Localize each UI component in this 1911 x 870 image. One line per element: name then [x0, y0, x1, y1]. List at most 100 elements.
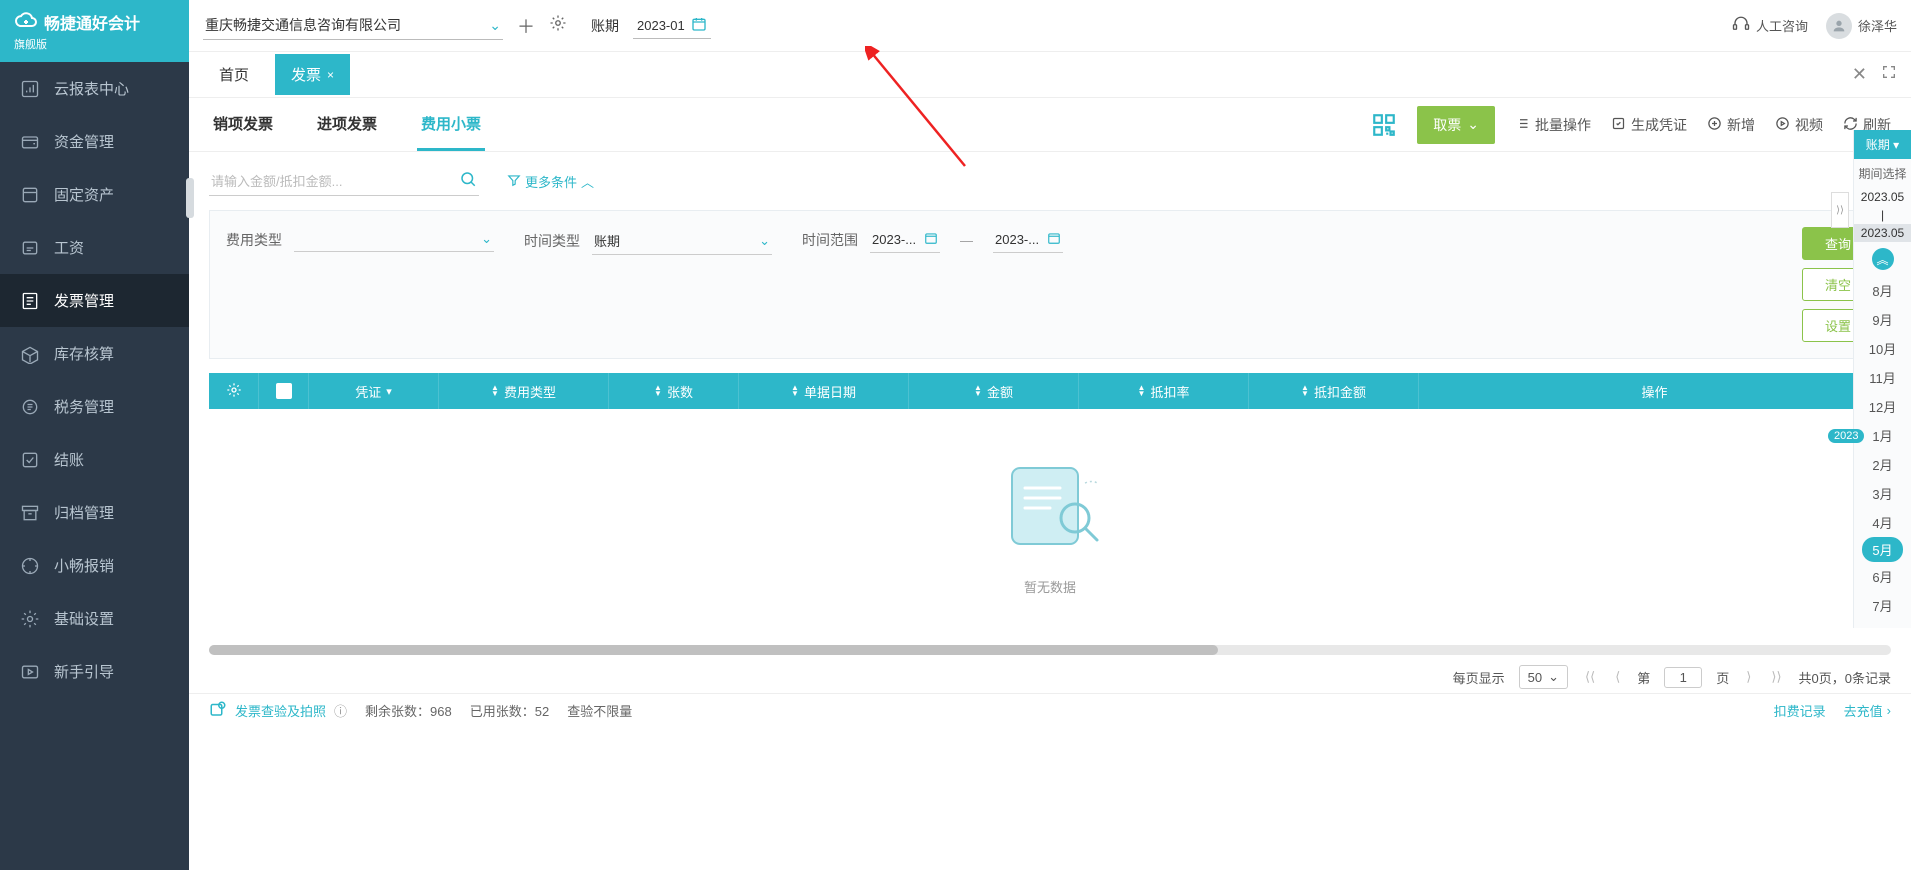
- pager-prev-icon[interactable]: ⟨: [1612, 669, 1623, 685]
- sort-icon[interactable]: ▲▼: [791, 385, 799, 397]
- inner-tab-input[interactable]: 进项发票: [313, 99, 381, 151]
- col-count[interactable]: ▲▼ 张数: [609, 373, 739, 409]
- top-bar: 重庆畅捷交通信息咨询有限公司 ⌄ ＋ 账期 2023-01 人工咨询: [189, 0, 1911, 52]
- close-all-icon[interactable]: ✕: [1852, 64, 1867, 85]
- add-action[interactable]: 新增: [1707, 115, 1755, 135]
- month-4[interactable]: 4月: [1872, 508, 1892, 537]
- month-2[interactable]: 2月: [1872, 450, 1892, 479]
- col-deduct[interactable]: ▲▼ 抵扣金额: [1249, 373, 1419, 409]
- qr-icon[interactable]: [1371, 112, 1397, 138]
- scroll-up-icon[interactable]: ︽: [1872, 248, 1894, 270]
- sidebar-item-label: 新手引导: [54, 661, 114, 682]
- col-rate[interactable]: ▲▼ 抵扣率: [1079, 373, 1249, 409]
- period-from[interactable]: 2023.05: [1861, 188, 1904, 206]
- period-panel-toggle[interactable]: ⟩⟩: [1831, 192, 1849, 228]
- period-value: 2023-01: [637, 18, 685, 33]
- month-1[interactable]: 1月: [1872, 421, 1892, 450]
- sort-icon[interactable]: ▲▼: [491, 385, 499, 397]
- tab-invoice[interactable]: 发票 ×: [275, 54, 350, 95]
- sidebar-item-expense[interactable]: 小畅报销: [0, 539, 189, 592]
- month-3[interactable]: 3月: [1872, 479, 1892, 508]
- sort-icon[interactable]: ▲▼: [654, 385, 662, 397]
- per-page-select[interactable]: 50 ⌄: [1519, 665, 1568, 689]
- month-8[interactable]: 8月: [1872, 276, 1892, 305]
- sidebar-item-guide[interactable]: 新手引导: [0, 645, 189, 698]
- voucher-icon: [1611, 116, 1626, 134]
- sidebar-item-closing[interactable]: 结账: [0, 433, 189, 486]
- col-settings[interactable]: [209, 373, 259, 409]
- get-invoice-button[interactable]: 取票 ⌄: [1417, 106, 1495, 144]
- period-to[interactable]: 2023.05: [1854, 224, 1911, 242]
- date-to-input[interactable]: 2023-...: [993, 227, 1063, 253]
- month-5[interactable]: 5月: [1862, 537, 1902, 562]
- sort-icon[interactable]: ▲▼: [974, 385, 982, 397]
- month-7[interactable]: 7月: [1872, 591, 1892, 620]
- checkbox-all[interactable]: [276, 383, 292, 399]
- month-6[interactable]: 6月: [1872, 562, 1892, 591]
- buy-link[interactable]: 去充值›: [1844, 701, 1891, 720]
- sidebar-item-label: 归档管理: [54, 502, 114, 523]
- period-panel-head[interactable]: 账期 ▾: [1854, 130, 1911, 159]
- col-date[interactable]: ▲▼ 单据日期: [739, 373, 909, 409]
- sidebar-item-invoice[interactable]: 发票管理: [0, 274, 189, 327]
- sidebar-item-settings[interactable]: 基础设置: [0, 592, 189, 645]
- date-from-input[interactable]: 2023-...: [870, 227, 940, 253]
- filter-icon[interactable]: ▾: [386, 385, 392, 398]
- sidebar-item-tax[interactable]: 税务管理: [0, 380, 189, 433]
- pager-page-input[interactable]: 1: [1664, 667, 1702, 688]
- tab-close-icon[interactable]: ×: [327, 68, 334, 82]
- wallet-icon: [20, 132, 40, 152]
- sidebar-item-label: 资金管理: [54, 131, 114, 152]
- month-9[interactable]: 9月: [1872, 305, 1892, 334]
- table-header: 凭证 ▾ ▲▼ 费用类型 ▲▼ 张数 ▲▼ 单据日期 ▲▼ 金额: [209, 373, 1891, 409]
- info-icon[interactable]: ⓘ: [334, 701, 347, 720]
- tab-home[interactable]: 首页: [203, 54, 265, 95]
- search-input[interactable]: 请输入金额/抵扣金额...: [209, 166, 479, 196]
- sidebar-item-salary[interactable]: 工资: [0, 221, 189, 274]
- expense-type-select[interactable]: ⌄: [294, 227, 494, 252]
- per-page-label: 每页显示: [1453, 668, 1505, 687]
- scrollbar-thumb[interactable]: [209, 645, 1218, 655]
- pager-last-icon[interactable]: ⟩⟩: [1768, 669, 1784, 685]
- voucher-action[interactable]: 生成凭证: [1611, 115, 1687, 135]
- col-amount[interactable]: ▲▼ 金额: [909, 373, 1079, 409]
- help-link[interactable]: 人工咨询: [1732, 15, 1808, 36]
- sidebar-item-assets[interactable]: 固定资产: [0, 168, 189, 221]
- sidebar-item-report[interactable]: 云报表中心: [0, 62, 189, 115]
- video-action[interactable]: 视频: [1775, 115, 1823, 135]
- empty-text: 暂无数据: [1024, 577, 1076, 596]
- company-name: 重庆畅捷交通信息咨询有限公司: [205, 15, 401, 35]
- time-range-label: 时间范围: [802, 230, 858, 250]
- sort-icon[interactable]: ▲▼: [1301, 385, 1309, 397]
- more-filters-toggle[interactable]: 更多条件 ︿: [507, 172, 594, 191]
- add-company-icon[interactable]: ＋: [517, 13, 535, 39]
- time-type-select[interactable]: 账期 ⌄: [592, 227, 772, 255]
- sidebar-item-funds[interactable]: 资金管理: [0, 115, 189, 168]
- inner-tab-expense[interactable]: 费用小票: [417, 99, 485, 151]
- main: 重庆畅捷交通信息咨询有限公司 ⌄ ＋ 账期 2023-01 人工咨询: [189, 0, 1911, 870]
- pager-first-icon[interactable]: ⟨⟨: [1582, 669, 1598, 685]
- settings-icon[interactable]: [549, 14, 567, 37]
- horizontal-scrollbar[interactable]: [209, 645, 1891, 655]
- log-link[interactable]: 扣费记录: [1774, 701, 1826, 720]
- chevron-down-icon: ⌄: [759, 233, 770, 249]
- col-checkbox[interactable]: [259, 373, 309, 409]
- company-selector[interactable]: 重庆畅捷交通信息咨询有限公司 ⌄: [203, 11, 503, 40]
- col-expense-type[interactable]: ▲▼ 费用类型: [439, 373, 609, 409]
- col-voucher[interactable]: 凭证 ▾: [309, 373, 439, 409]
- month-10[interactable]: 10月: [1869, 334, 1896, 363]
- user-menu[interactable]: 徐泽华: [1826, 13, 1897, 39]
- sort-icon[interactable]: ▲▼: [1138, 385, 1146, 397]
- month-12[interactable]: 12月: [1869, 392, 1896, 421]
- inner-tab-output[interactable]: 销项发票: [209, 99, 277, 151]
- fullscreen-icon[interactable]: [1881, 64, 1897, 85]
- month-11[interactable]: 11月: [1869, 363, 1896, 392]
- search-row: 请输入金额/抵扣金额... 更多条件 ︿: [189, 152, 1911, 210]
- period-selector[interactable]: 2023-01: [633, 13, 711, 39]
- funnel-icon: [507, 173, 521, 190]
- pager-next-icon[interactable]: ⟩: [1743, 669, 1754, 685]
- calendar-icon: [1047, 231, 1061, 248]
- sidebar-item-inventory[interactable]: 库存核算: [0, 327, 189, 380]
- batch-action[interactable]: 批量操作: [1515, 115, 1591, 135]
- sidebar-item-archive[interactable]: 归档管理: [0, 486, 189, 539]
